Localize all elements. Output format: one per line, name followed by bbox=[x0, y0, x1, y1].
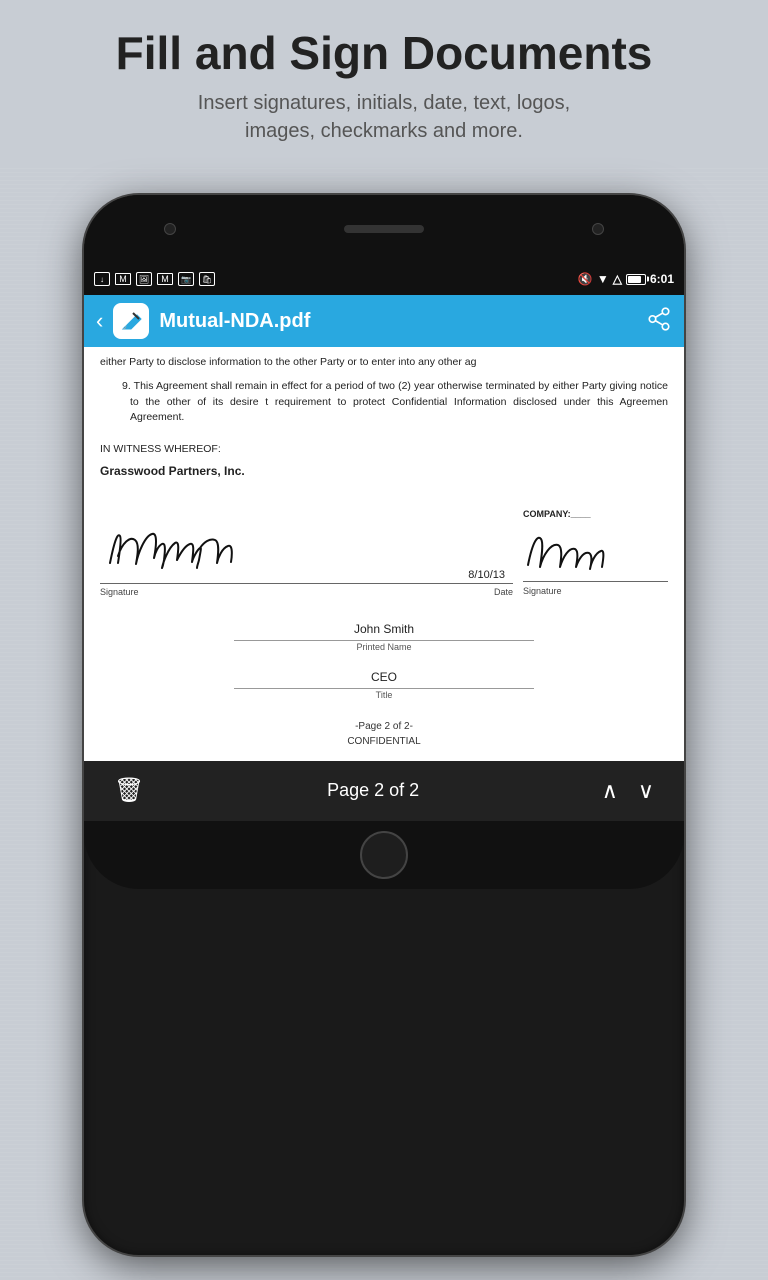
phone-screen: ↓ 🖼 📷 🛍 🔇 ▼ △ 6:01 ‹ bbox=[84, 263, 684, 821]
toolbar-filename: Mutual-NDA.pdf bbox=[159, 310, 636, 333]
printed-name-label: Printed Name bbox=[100, 641, 668, 655]
camera-icon: 📷 bbox=[178, 272, 194, 286]
mail-icon-2 bbox=[157, 273, 173, 285]
doc-company-name: Grasswood Partners, Inc. bbox=[100, 462, 668, 480]
page-title: Fill and Sign Documents bbox=[40, 28, 728, 79]
mute-icon: 🔇 bbox=[578, 272, 593, 286]
back-button[interactable]: ‹ bbox=[96, 308, 103, 334]
top-header: Fill and Sign Documents Insert signature… bbox=[0, 0, 768, 165]
share-icon bbox=[646, 306, 672, 332]
signature-image bbox=[100, 518, 300, 584]
left-sig-col: 8/10/13 Signature Date bbox=[100, 518, 513, 600]
right-sig-line: Signature bbox=[523, 581, 668, 600]
title-label: Title bbox=[100, 689, 668, 703]
notification-icon: ↓ bbox=[94, 272, 110, 286]
status-icons-right: 🔇 ▼ △ 6:01 bbox=[578, 272, 674, 286]
signal-icon: △ bbox=[613, 272, 622, 286]
doc-witness-label: IN WITNESS WHEREOF: bbox=[100, 442, 668, 458]
app-icon bbox=[113, 303, 149, 339]
company-label: COMPANY:____ bbox=[523, 508, 668, 522]
trash-button[interactable]: 🗑 bbox=[114, 776, 144, 805]
pen-icon bbox=[119, 309, 143, 333]
page-footer: -Page 2 of 2- CONFIDENTIAL bbox=[100, 719, 668, 749]
bag-icon: 🛍 bbox=[199, 272, 215, 286]
signature-row: 8/10/13 Signature Date COMPANY:____ bbox=[100, 508, 668, 600]
sig-image-row: 8/10/13 bbox=[100, 518, 513, 584]
date-value: 8/10/13 bbox=[468, 567, 513, 584]
next-page-button[interactable]: ∨ bbox=[638, 778, 654, 804]
phone-speaker bbox=[344, 225, 424, 233]
lance-signature-svg bbox=[523, 525, 623, 575]
battery-icon bbox=[626, 274, 646, 285]
right-sig-col: COMPANY:____ Signature bbox=[523, 508, 668, 600]
status-bar: ↓ 🖼 📷 🛍 🔇 ▼ △ 6:01 bbox=[84, 263, 684, 295]
phone-bottom-bezel bbox=[84, 821, 684, 889]
sig-line-labels: Signature Date bbox=[100, 583, 513, 600]
page-subtitle: Insert signatures, initials, date, text,… bbox=[40, 89, 728, 145]
home-button[interactable] bbox=[360, 831, 408, 879]
phone-top-bezel bbox=[84, 195, 684, 263]
printed-name-row: John Smith Printed Name bbox=[100, 620, 668, 655]
doc-para-1: either Party to disclose information to … bbox=[100, 355, 668, 371]
bottom-bar: 🗑 Page 2 of 2 ∧ ∨ bbox=[84, 761, 684, 821]
title-row: CEO Title bbox=[100, 668, 668, 703]
wifi-icon: ▼ bbox=[597, 272, 609, 286]
app-toolbar: ‹ Mutual-NDA.pdf bbox=[84, 295, 684, 347]
sig-label: Signature bbox=[100, 586, 139, 600]
prev-page-button[interactable]: ∧ bbox=[602, 778, 618, 804]
doc-para-9: 9. This Agreement shall remain in effect… bbox=[100, 379, 668, 426]
right-sig-label: Signature bbox=[523, 586, 562, 596]
gmail-icon bbox=[115, 273, 131, 285]
john-smith-signature-svg bbox=[100, 518, 300, 578]
status-time: 6:01 bbox=[650, 272, 674, 286]
phone-camera-left bbox=[164, 223, 176, 235]
title-value: CEO bbox=[100, 668, 668, 688]
page-footer-line2: CONFIDENTIAL bbox=[100, 734, 668, 749]
status-icons-left: ↓ 🖼 📷 🛍 bbox=[94, 272, 215, 286]
nav-arrows: ∧ ∨ bbox=[602, 778, 654, 804]
date-label: Date bbox=[494, 586, 513, 600]
image-icon: 🖼 bbox=[136, 272, 152, 286]
page-indicator: Page 2 of 2 bbox=[327, 780, 419, 801]
phone-device: ↓ 🖼 📷 🛍 🔇 ▼ △ 6:01 ‹ bbox=[84, 195, 684, 1255]
phone-camera-right bbox=[592, 223, 604, 235]
page-footer-line1: -Page 2 of 2- bbox=[100, 719, 668, 734]
document-content: either Party to disclose information to … bbox=[84, 347, 684, 761]
share-button[interactable] bbox=[646, 306, 672, 337]
printed-name-value: John Smith bbox=[100, 620, 668, 640]
